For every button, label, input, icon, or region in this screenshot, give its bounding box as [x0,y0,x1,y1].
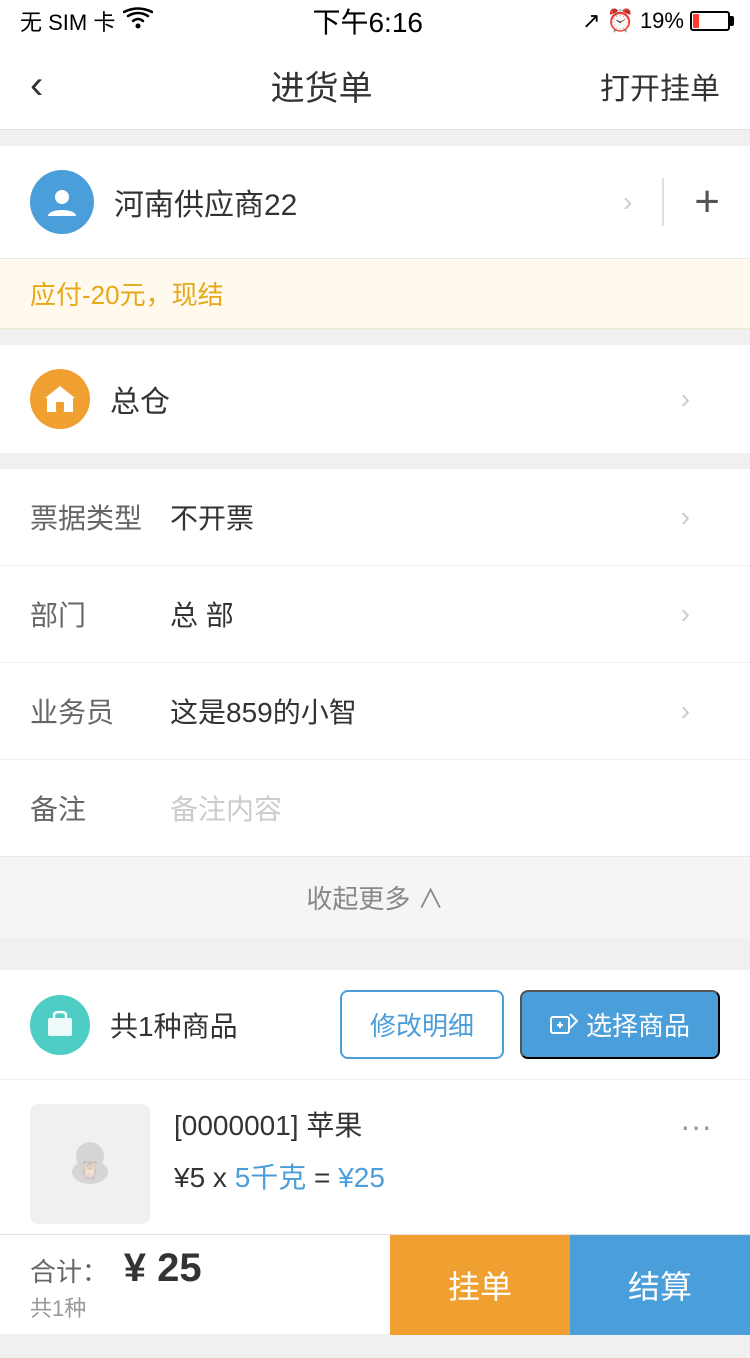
settle-button[interactable]: 结算 [570,1235,750,1335]
wifi-icon [123,7,153,35]
product-icon [30,995,90,1055]
remark-row[interactable]: 备注 备注内容 [0,760,750,856]
supplier-name: 河南供应商22 [114,180,623,224]
add-button[interactable]: + [694,180,720,224]
vertical-divider [662,178,664,226]
total-price: ¥25 [338,1162,385,1193]
warehouse-icon [30,369,90,429]
product-thumbnail: 🦉 [30,1104,150,1224]
open-hang-button[interactable]: 打开挂单 [600,64,720,108]
divider-1 [0,329,750,345]
svg-text:🦉: 🦉 [79,1160,101,1180]
page-title: 进货单 [271,61,373,110]
modify-detail-button[interactable]: 修改明细 [340,990,504,1059]
warehouse-chevron-icon: › [681,383,690,415]
equals: = [306,1162,338,1193]
bottom-bar: 合计： ¥ 25 共1种 挂单 结算 [0,1234,750,1334]
supplier-avatar [30,170,94,234]
product-section: 共1种商品 修改明细 选择商品 🦉 [0000001] 苹果 [0,970,750,1248]
department-chevron-icon: › [681,598,690,630]
collapse-label: 收起更多 ∧ [306,884,443,914]
divider-2 [0,938,750,954]
supplier-row[interactable]: 河南供应商22 › + [0,146,750,259]
product-code: [0000001] [174,1110,306,1141]
select-product-button[interactable]: 选择商品 [520,990,720,1059]
department-row[interactable]: 部门 总 部 › [0,566,750,663]
product-name: [0000001] 苹果 [174,1104,672,1144]
total-sub-label: 共1种 [30,1291,360,1323]
battery-icon [690,11,730,31]
total-amount: ¥ 25 [124,1246,202,1290]
product-price: ¥5 x 5千克 = ¥25 [174,1156,672,1196]
collapse-bar[interactable]: 收起更多 ∧ [0,856,750,938]
battery-percent: 19% [640,8,684,34]
remark-input[interactable]: 备注内容 [170,788,720,828]
warehouse-row[interactable]: 总仓 › [0,345,750,453]
nav-bar: ‹ 进货单 打开挂单 [0,42,750,130]
product-header: 共1种商品 修改明细 选择商品 [0,970,750,1080]
salesperson-chevron-icon: › [681,695,690,727]
quantity: 5千克 [235,1162,307,1193]
invoice-label: 票据类型 [30,497,170,537]
product-more-button[interactable]: ··· [672,1104,720,1149]
top-divider [0,130,750,146]
select-product-label: 选择商品 [586,1006,690,1043]
supplier-chevron-icon: › [623,186,632,218]
warehouse-name: 总仓 [110,377,681,421]
supplier-section: 河南供应商22 › + 应付-20元，现结 [0,146,750,329]
form-section: 票据类型 不开票 › 部门 总 部 › 业务员 这是859的小智 › 备注 备注… [0,469,750,856]
status-carrier: 无 SIM 卡 [20,5,153,37]
product-count: 共1种商品 [110,1005,340,1045]
total-label: 合计： [30,1257,108,1287]
total-section: 合计： ¥ 25 共1种 [0,1246,390,1323]
invoice-value: 不开票 [170,497,681,537]
product-info: [0000001] 苹果 ¥5 x 5千克 = ¥25 [174,1104,672,1196]
unit-price: ¥5 x [174,1162,235,1193]
status-time: 下午6:16 [312,1,423,41]
salesperson-value: 这是859的小智 [170,691,681,731]
department-value: 总 部 [170,594,681,634]
alarm-icon: ⏰ [607,8,634,34]
invoice-chevron-icon: › [681,501,690,533]
invoice-type-row[interactable]: 票据类型 不开票 › [0,469,750,566]
location-icon: ↗ [582,8,600,34]
department-label: 部门 [30,594,170,634]
warehouse-section: 总仓 › [0,345,750,453]
notice-bar: 应付-20元，现结 [0,259,750,329]
back-button[interactable]: ‹ [30,63,43,108]
hang-button[interactable]: 挂单 [390,1235,570,1335]
product-title: 苹果 [306,1110,362,1141]
salesperson-row[interactable]: 业务员 这是859的小智 › [0,663,750,760]
remark-label: 备注 [30,788,170,828]
status-bar: 无 SIM 卡 下午6:16 ↗ ⏰ 19% [0,0,750,42]
status-right-area: ↗ ⏰ 19% [582,8,730,34]
salesperson-label: 业务员 [30,691,170,731]
product-item: 🦉 [0000001] 苹果 ¥5 x 5千克 = ¥25 ··· [0,1080,750,1248]
